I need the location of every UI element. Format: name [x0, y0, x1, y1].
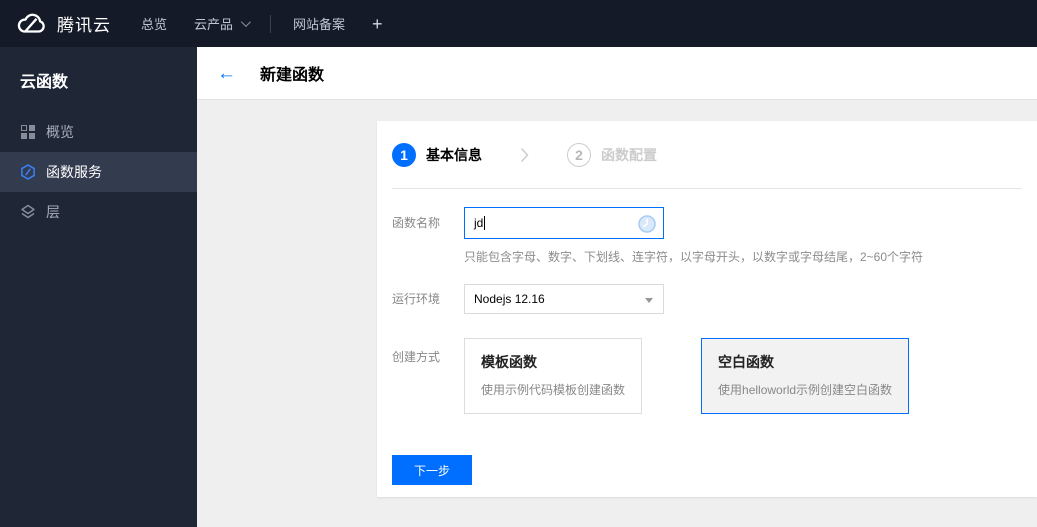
sidebar-item-overview[interactable]: 概览 — [0, 112, 197, 152]
chevron-down-icon — [240, 17, 251, 28]
clock-icon — [638, 215, 656, 233]
sidebar-item-label: 层 — [46, 204, 60, 220]
method-card-title: 模板函数 — [481, 354, 537, 370]
topbar: 腾讯云 总览 云产品 网站备案 + — [0, 0, 1037, 47]
basic-info-form: 函数名称 jd 只能包含字母、数字、下划线、连字符，以字母开头，以数字或字母结尾… — [392, 189, 1022, 485]
runtime-value: Nodejs 12.16 — [474, 292, 545, 306]
layers-icon — [20, 204, 36, 220]
add-tab-icon[interactable]: + — [372, 15, 383, 33]
creation-method-options: 模板函数 使用示例代码模板创建函数 空白函数 使用helloworld示例创建空… — [464, 338, 910, 414]
nav-products-label: 云产品 — [194, 17, 234, 32]
sidebar-item-label: 概览 — [46, 124, 74, 140]
runtime-select[interactable]: Nodejs 12.16 — [464, 284, 664, 314]
method-card-desc: 使用helloworld示例创建空白函数 — [718, 383, 893, 397]
method-card-desc: 使用示例代码模板创建函数 — [481, 383, 626, 397]
method-card-blank-function[interactable]: 空白函数 使用helloworld示例创建空白函数 — [701, 338, 910, 414]
next-step-button[interactable]: 下一步 — [392, 455, 472, 485]
create-function-card: 1 基本信息 2 函数配置 函数名称 jd 只能包含字母、数字、下划线、连字符，… — [377, 121, 1037, 497]
cloud-logo-icon — [17, 13, 45, 33]
page-title: 新建函数 — [260, 67, 325, 84]
step-number: 1 — [392, 142, 416, 167]
nav-overview[interactable]: 总览 — [141, 14, 167, 33]
text-cursor — [484, 216, 486, 230]
step-label: 基本信息 — [426, 146, 482, 163]
logo-text: 腾讯云 — [57, 16, 111, 35]
function-name-label: 函数名称 — [392, 216, 441, 230]
sidebar-item-label: 函数服务 — [46, 164, 102, 180]
step-label: 函数配置 — [601, 146, 657, 163]
grid-icon — [20, 124, 36, 140]
sidebar-item-layers[interactable]: 层 — [0, 192, 197, 232]
function-name-value: jd — [474, 216, 484, 230]
sidebar-title: 云函数 — [20, 74, 69, 91]
function-name-input[interactable]: jd — [464, 207, 664, 239]
step-indicator: 1 基本信息 2 函数配置 — [392, 121, 1022, 188]
creation-method-label: 创建方式 — [392, 350, 441, 364]
back-arrow-icon[interactable]: ← — [217, 64, 236, 83]
nav-divider — [270, 14, 272, 33]
chevron-right-icon — [520, 147, 529, 162]
runtime-label: 运行环境 — [392, 292, 441, 306]
step-function-config: 2 函数配置 — [567, 142, 657, 167]
nav-products[interactable]: 云产品 — [194, 14, 251, 33]
nav-beian[interactable]: 网站备案 — [293, 14, 345, 33]
method-card-template-function[interactable]: 模板函数 使用示例代码模板创建函数 — [464, 338, 643, 414]
top-navigation: 总览 云产品 网站备案 + — [141, 14, 383, 33]
step-basic-info: 1 基本信息 — [392, 142, 482, 167]
method-card-title: 空白函数 — [718, 354, 775, 370]
sidebar-item-function-service[interactable]: 函数服务 — [0, 152, 197, 192]
tencent-cloud-logo[interactable]: 腾讯云 — [14, 11, 111, 36]
sidebar: 云函数 概览 函数服务 层 — [0, 47, 197, 527]
page-header: ← 新建函数 — [197, 47, 1037, 100]
caret-down-icon — [645, 298, 653, 303]
hexagon-function-icon — [20, 164, 36, 180]
function-name-hint: 只能包含字母、数字、下划线、连字符，以字母开头，以数字或字母结尾，2~60个字符 — [464, 250, 924, 264]
step-number: 2 — [567, 142, 591, 167]
main-area: ← 新建函数 1 基本信息 2 函数配置 函数名称 jd 只能包含字母、数字、下… — [197, 47, 1037, 527]
